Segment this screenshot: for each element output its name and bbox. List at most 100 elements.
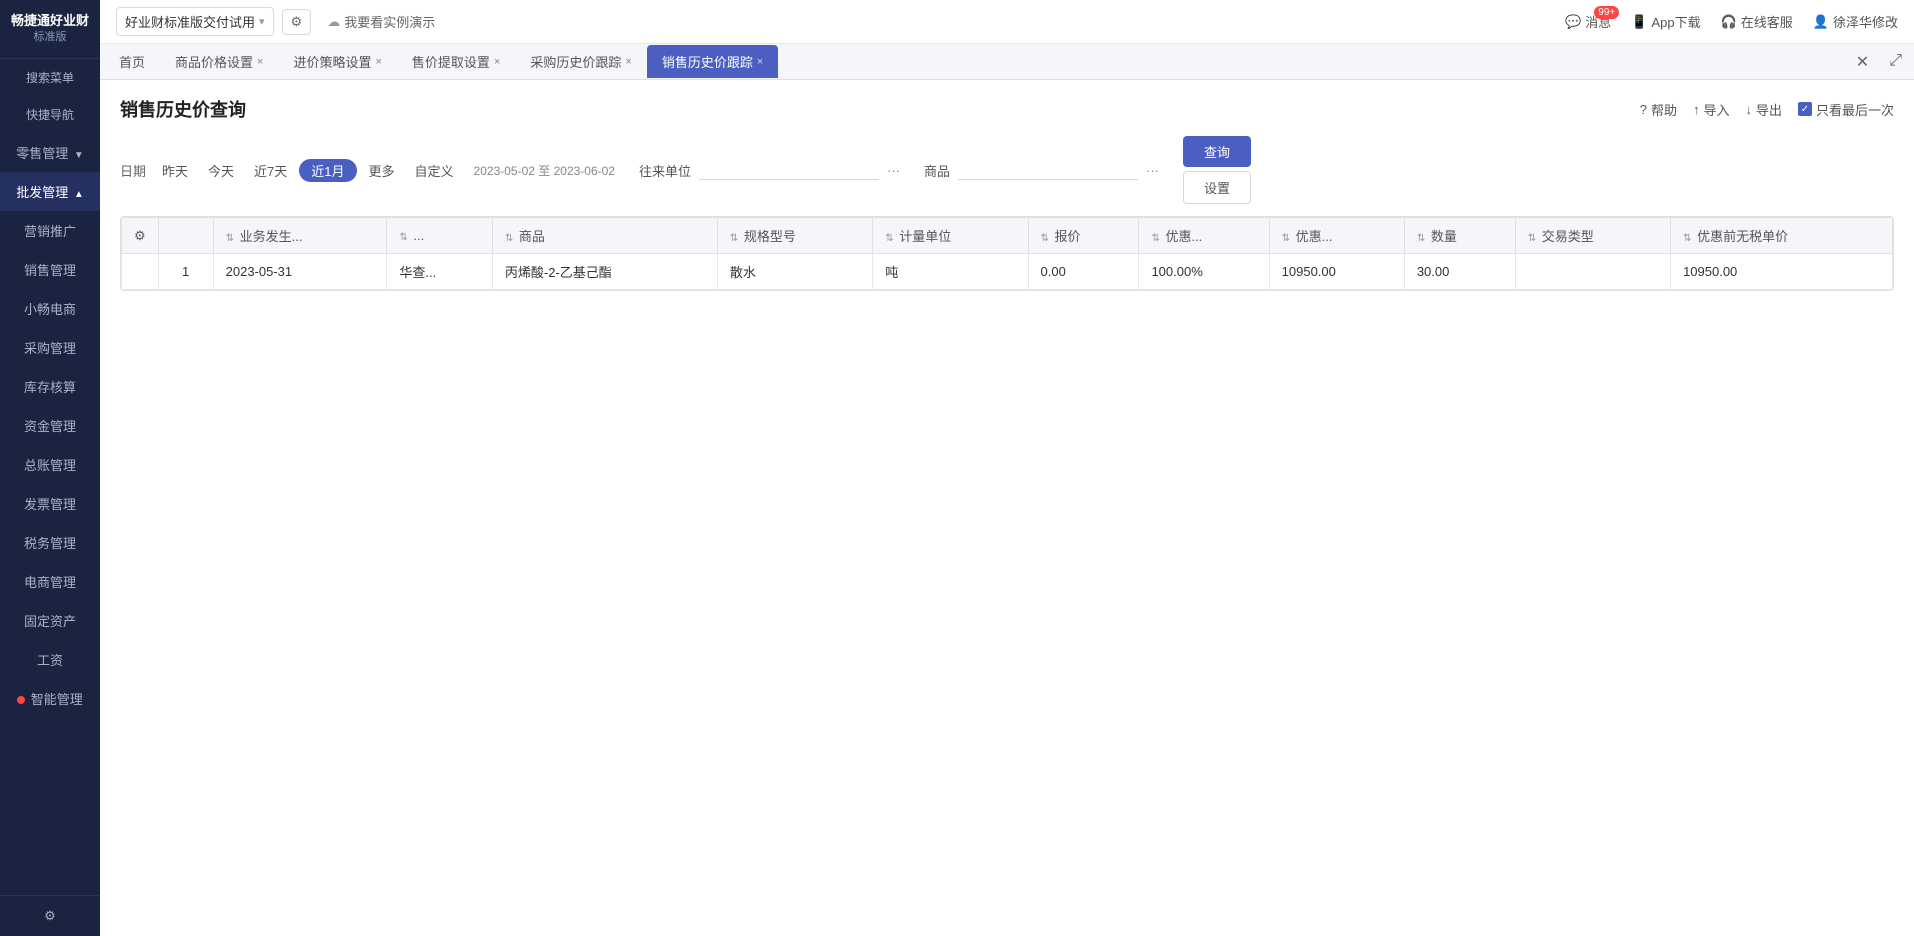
row-qty-cell: 30.00 bbox=[1404, 254, 1515, 290]
col-discount1[interactable]: ⇅ 优惠... bbox=[1139, 218, 1269, 254]
tab-purchase-strategy[interactable]: 进价策略设置 × bbox=[278, 45, 396, 78]
message-icon: 💬 bbox=[1565, 14, 1581, 30]
sidebar-item-salary[interactable]: 工资 bbox=[0, 640, 100, 679]
sidebar-item-smart[interactable]: 智能管理 bbox=[0, 679, 100, 718]
row-date-cell: 2023-05-31 bbox=[213, 254, 387, 290]
sort-discount1-icon: ⇅ bbox=[1151, 233, 1159, 244]
sidebar-item-sales[interactable]: 销售管理 bbox=[0, 250, 100, 289]
online-service-button[interactable]: 🎧 在线客服 bbox=[1721, 12, 1793, 31]
sidebar-item-ecom[interactable]: 电商管理 bbox=[0, 562, 100, 601]
col-discount2[interactable]: ⇅ 优惠... bbox=[1269, 218, 1404, 254]
col-spec[interactable]: ⇅ 规格型号 bbox=[717, 218, 872, 254]
sidebar-item-assets[interactable]: 固定资产 bbox=[0, 601, 100, 640]
date-opt-more[interactable]: 更多 bbox=[361, 159, 403, 182]
product-label: 商品 bbox=[924, 161, 950, 180]
message-badge: 99+ bbox=[1594, 6, 1619, 19]
import-button[interactable]: ↑ 导入 bbox=[1693, 100, 1730, 119]
tab-purchase-history[interactable]: 采购历史价跟踪 × bbox=[515, 45, 646, 78]
help-button[interactable]: ? 帮助 bbox=[1640, 100, 1677, 119]
col-product[interactable]: ⇅ 商品 bbox=[492, 218, 717, 254]
col-type[interactable]: ⇅ 交易类型 bbox=[1515, 218, 1670, 254]
sidebar-item-purchase[interactable]: 采购管理 bbox=[0, 328, 100, 367]
row-spec-cell: 散水 bbox=[717, 254, 872, 290]
col-price[interactable]: ⇅ 报价 bbox=[1028, 218, 1139, 254]
sidebar-item-xiao[interactable]: 小畅电商 bbox=[0, 289, 100, 328]
row-pretax-cell: 10950.00 bbox=[1671, 254, 1893, 290]
date-opt-last1m[interactable]: 近1月 bbox=[299, 159, 356, 182]
date-opt-custom[interactable]: 自定义 bbox=[407, 159, 462, 182]
app-selector-label: 好业财标准版交付试用 bbox=[125, 12, 255, 31]
sidebar-item-marketing[interactable]: 营销推广 bbox=[0, 211, 100, 250]
demo-button[interactable]: ☁ 我要看实例演示 bbox=[319, 8, 443, 35]
row-price-cell: 0.00 bbox=[1028, 254, 1139, 290]
date-options: 昨天 今天 近7天 近1月 更多 自定义 bbox=[154, 159, 462, 182]
product-input[interactable] bbox=[958, 160, 1138, 180]
sidebar-item-retail[interactable]: 零售管理 ▼ bbox=[0, 133, 100, 172]
col-date[interactable]: ⇅ 业务发生... bbox=[213, 218, 387, 254]
sidebar-item-quicknav[interactable]: 快捷导航 bbox=[0, 96, 100, 133]
tab-bar: 首页 商品价格设置 × 进价策略设置 × 售价提取设置 × 采购历史价跟踪 × … bbox=[100, 44, 1914, 80]
col-num bbox=[158, 218, 213, 254]
date-opt-today[interactable]: 今天 bbox=[200, 159, 242, 182]
app-selector[interactable]: 好业财标准版交付试用 ▾ bbox=[116, 7, 274, 36]
tab-close-product-price[interactable]: × bbox=[257, 56, 263, 68]
row-more-cell: 华查... bbox=[387, 254, 493, 290]
col-qty[interactable]: ⇅ 数量 bbox=[1404, 218, 1515, 254]
export-button[interactable]: ↓ 导出 bbox=[1745, 100, 1782, 119]
source-unit-label: 往来单位 bbox=[639, 161, 691, 180]
source-unit-input[interactable] bbox=[699, 160, 879, 180]
headset-icon: 🎧 bbox=[1721, 14, 1737, 30]
filter-area: 日期 昨天 今天 近7天 近1月 更多 自定义 2023-05-02 至 202… bbox=[120, 136, 1894, 204]
product-filter-group: 商品 ··· bbox=[924, 160, 1159, 180]
query-button[interactable]: 查询 bbox=[1183, 136, 1251, 167]
tab-sale-extract[interactable]: 售价提取设置 × bbox=[397, 45, 515, 78]
date-opt-last7[interactable]: 近7天 bbox=[246, 159, 295, 182]
col-more[interactable]: ⇅ ... bbox=[387, 218, 493, 254]
app-name: 畅捷通好业财 bbox=[8, 12, 92, 30]
filter-btn-group: 查询 设置 bbox=[1183, 136, 1251, 204]
product-more-dots[interactable]: ··· bbox=[1146, 163, 1159, 178]
sidebar-item-inventory[interactable]: 库存核算 bbox=[0, 367, 100, 406]
user-profile-button[interactable]: 👤 徐泽华修改 bbox=[1813, 12, 1898, 31]
only-last-checkbox[interactable]: ✓ 只看最后一次 bbox=[1798, 100, 1894, 119]
sidebar-item-tax[interactable]: 税务管理 bbox=[0, 523, 100, 562]
tab-close-sale-extract[interactable]: × bbox=[494, 56, 500, 68]
sort-discount2-icon: ⇅ bbox=[1282, 233, 1290, 244]
col-pretax[interactable]: ⇅ 优惠前无税单价 bbox=[1671, 218, 1893, 254]
date-filter-group: 日期 昨天 今天 近7天 近1月 更多 自定义 2023-05-02 至 202… bbox=[120, 159, 615, 182]
sort-unit-icon: ⇅ bbox=[885, 233, 893, 244]
topbar-settings-button[interactable]: ⚙ bbox=[282, 9, 312, 35]
date-opt-yesterday[interactable]: 昨天 bbox=[154, 159, 196, 182]
sidebar-item-search[interactable]: 搜索菜单 bbox=[0, 59, 100, 96]
source-unit-more-dots[interactable]: ··· bbox=[887, 163, 900, 178]
tab-close-purchase-history[interactable]: × bbox=[625, 56, 631, 68]
sort-type-icon: ⇅ bbox=[1528, 233, 1536, 244]
sidebar-item-ledger[interactable]: 总账管理 bbox=[0, 445, 100, 484]
col-settings[interactable]: ⚙ bbox=[122, 218, 159, 254]
sort-price-icon: ⇅ bbox=[1041, 233, 1049, 244]
sidebar-item-wholesale[interactable]: 批发管理 ▲ bbox=[0, 172, 100, 211]
tab-close-purchase-strategy[interactable]: × bbox=[375, 56, 381, 68]
tab-product-price[interactable]: 商品价格设置 × bbox=[160, 45, 278, 78]
col-unit[interactable]: ⇅ 计量单位 bbox=[873, 218, 1028, 254]
app-edition: 标准版 bbox=[8, 30, 92, 45]
cloud-icon: ☁ bbox=[327, 14, 340, 30]
mobile-icon: 📱 bbox=[1631, 14, 1647, 30]
sort-more-icon: ⇅ bbox=[399, 232, 407, 243]
sidebar-item-invoice[interactable]: 发票管理 bbox=[0, 484, 100, 523]
app-download-button[interactable]: 📱 App下载 bbox=[1631, 12, 1700, 31]
sidebar-settings-button[interactable]: ⚙ bbox=[0, 895, 100, 936]
date-range-display: 2023-05-02 至 2023-06-02 bbox=[474, 162, 615, 179]
tab-close-sales-history[interactable]: × bbox=[757, 56, 763, 68]
tab-home[interactable]: 首页 bbox=[104, 45, 160, 78]
sort-qty-icon: ⇅ bbox=[1417, 233, 1425, 244]
sidebar-logo: 畅捷通好业财 标准版 bbox=[0, 0, 100, 59]
tab-sales-history[interactable]: 销售历史价跟踪 × bbox=[647, 45, 778, 78]
sidebar-item-finance[interactable]: 资金管理 bbox=[0, 406, 100, 445]
sort-pretax-icon: ⇅ bbox=[1683, 233, 1691, 244]
row-discount1-cell: 100.00% bbox=[1139, 254, 1269, 290]
tab-close-all-button[interactable]: ✕ bbox=[1848, 50, 1877, 74]
tab-expand-button[interactable]: ⤢ bbox=[1881, 50, 1910, 74]
message-button[interactable]: 💬 消息 99+ bbox=[1565, 12, 1611, 31]
settings-setup-button[interactable]: 设置 bbox=[1183, 171, 1251, 204]
